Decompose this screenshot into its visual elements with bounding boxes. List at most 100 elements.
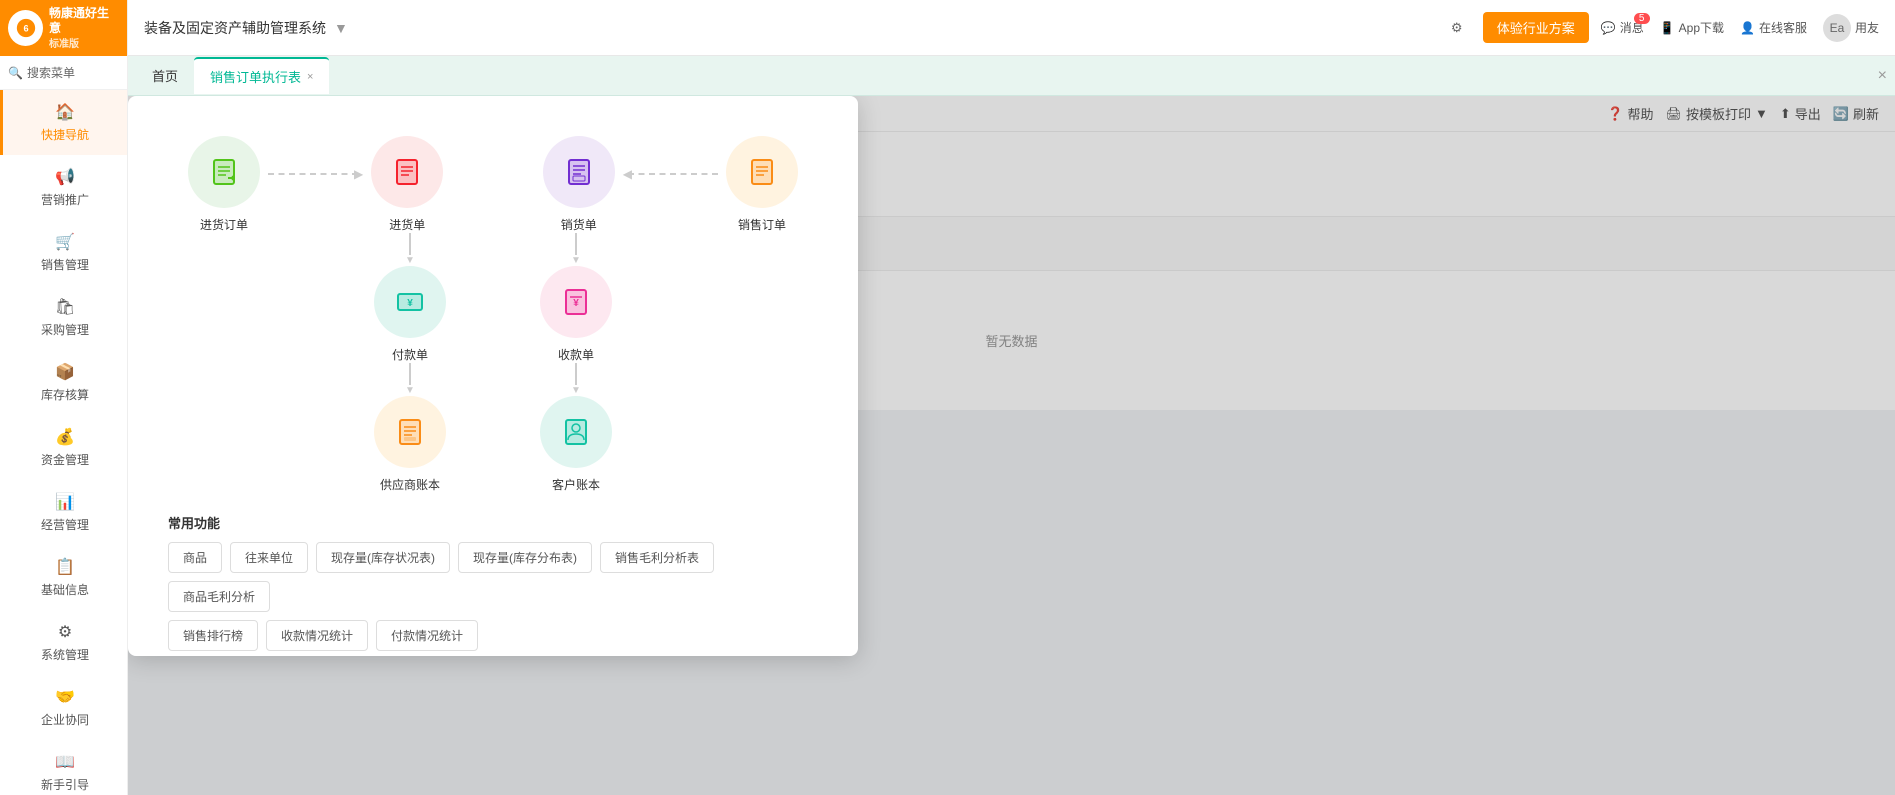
customer-ledger-icon <box>540 396 612 468</box>
search-icon: 🔍 <box>8 66 23 80</box>
finance-icon: 💰 <box>55 427 75 447</box>
payment-icon: ¥ <box>374 266 446 338</box>
common-section: 常用功能 商品 往来单位 现存量(库存状况表) 现存量(库存分布表) 销售毛利分… <box>128 513 858 656</box>
system-icon: ⚙ <box>58 622 72 642</box>
sidebar-item-label: 经营管理 <box>41 516 89 533</box>
tab-end-close-icon[interactable]: × <box>1878 67 1887 85</box>
dropdown-arrow-icon[interactable]: ▼ <box>334 20 348 36</box>
btn-partner[interactable]: 往来单位 <box>230 542 308 573</box>
sidebar-item-label: 系统管理 <box>41 646 89 663</box>
flow-section: 进货订单 ▶ <box>128 96 858 513</box>
tab-home-label: 首页 <box>152 66 178 85</box>
btn-stock-status[interactable]: 现存量(库存状况表) <box>316 542 450 573</box>
sale-bill-node[interactable]: 销货单 <box>543 136 615 233</box>
tab-home[interactable]: 首页 <box>136 58 194 93</box>
sale-bill-icon <box>543 136 615 208</box>
newbie-icon: 📖 <box>55 752 75 772</box>
marketing-icon: 📢 <box>55 167 75 187</box>
message-badge: 5 <box>1634 13 1650 24</box>
purchase-bill-label: 进货单 <box>389 216 425 233</box>
tab-active-label: 销售订单执行表 <box>210 67 301 86</box>
btn-sales-rank[interactable]: 销售排行榜 <box>168 620 258 651</box>
settings-icon[interactable]: ⚙ <box>1443 14 1471 42</box>
sidebar-item-label: 销售管理 <box>41 256 89 273</box>
sidebar-item-operation[interactable]: 📊 经营管理 <box>0 480 127 545</box>
topbar-actions: 💬 消息 5 📱 App下载 👤 在线客服 Ea 用友 <box>1601 14 1879 42</box>
sidebar-item-inventory[interactable]: 📦 库存核算 <box>0 350 127 415</box>
sidebar-item-basic[interactable]: 📋 基础信息 <box>0 545 127 610</box>
sidebar-item-label: 库存核算 <box>41 386 89 403</box>
logo-title: 畅康通好生意 <box>49 6 119 35</box>
supplier-ledger-icon <box>374 396 446 468</box>
online-service-label: 在线客服 <box>1759 19 1807 36</box>
service-icon: 👤 <box>1740 21 1755 35</box>
topbar: 装备及固定资产辅助管理系统 ▼ ⚙ 体验行业方案 💬 消息 5 📱 App下载 … <box>128 0 1895 56</box>
sidebar-item-enterprise[interactable]: 🤝 企业协同 <box>0 675 127 740</box>
system-title: 装备及固定资产辅助管理系统 <box>144 18 326 38</box>
online-service-action[interactable]: 👤 在线客服 <box>1740 19 1807 36</box>
user-label: 用友 <box>1855 19 1879 36</box>
sidebar-menu: 🏠 快捷导航 📢 营销推广 🛒 销售管理 🛍 采购管理 📦 库存核算 💰 <box>0 90 127 795</box>
message-icon: 💬 <box>1601 21 1616 35</box>
sidebar-item-newbie[interactable]: 📖 新手引导 <box>0 740 127 795</box>
svg-text:6: 6 <box>23 24 28 34</box>
sale-order-node[interactable]: 销售订单 <box>726 136 798 233</box>
user-action[interactable]: Ea 用友 <box>1823 14 1879 42</box>
sale-order-icon <box>726 136 798 208</box>
sidebar-item-label: 采购管理 <box>41 321 89 338</box>
receipt-label: 收款单 <box>558 346 594 363</box>
message-action[interactable]: 💬 消息 5 <box>1601 19 1644 36</box>
download-icon: 📱 <box>1660 21 1675 35</box>
sidebar-item-marketing[interactable]: 📢 营销推广 <box>0 155 127 220</box>
svg-text:¥: ¥ <box>573 298 579 309</box>
app-download-action[interactable]: 📱 App下载 <box>1660 19 1724 36</box>
sale-order-label: 销售订单 <box>738 216 786 233</box>
btn-collection-stats[interactable]: 收款情况统计 <box>266 620 368 651</box>
payment-label: 付款单 <box>392 346 428 363</box>
tab-close-icon[interactable]: × <box>307 71 313 83</box>
sidebar-item-label: 营销推广 <box>41 191 89 208</box>
btn-product[interactable]: 商品 <box>168 542 222 573</box>
receipt-node[interactable]: ¥ 收款单 <box>540 266 612 363</box>
quick-nav-icon: 🏠 <box>55 102 75 122</box>
common-btns-row1: 商品 往来单位 现存量(库存状况表) 现存量(库存分布表) 销售毛利分析表 商品… <box>168 542 818 612</box>
common-btns-row2: 销售排行榜 收款情况统计 付款情况统计 <box>168 620 818 651</box>
sidebar-item-label: 资金管理 <box>41 451 89 468</box>
supplier-ledger-node[interactable]: 供应商账本 <box>374 396 446 493</box>
common-title: 常用功能 <box>168 513 818 532</box>
tab-sales-order[interactable]: 销售订单执行表 × <box>194 57 329 94</box>
sidebar-search[interactable]: 🔍 搜索菜单 <box>0 56 127 90</box>
sidebar-item-quick-nav[interactable]: 🏠 快捷导航 <box>0 90 127 155</box>
btn-sales-profit[interactable]: 销售毛利分析表 <box>600 542 714 573</box>
operation-icon: 📊 <box>55 492 75 512</box>
tabbar: 首页 销售订单执行表 × × <box>128 56 1895 96</box>
customer-ledger-node[interactable]: 客户账本 <box>540 396 612 493</box>
trial-btn[interactable]: 体验行业方案 <box>1483 12 1589 43</box>
payment-node[interactable]: ¥ 付款单 <box>374 266 446 363</box>
sidebar-item-sales[interactable]: 🛒 销售管理 <box>0 220 127 285</box>
purchase-order-icon <box>188 136 260 208</box>
purchase-order-node[interactable]: 进货订单 <box>188 136 260 233</box>
sidebar-item-label: 基础信息 <box>41 581 89 598</box>
purchase-bill-icon <box>371 136 443 208</box>
sidebar: 6 畅康通好生意 标准版 🔍 搜索菜单 🏠 快捷导航 📢 营销推广 🛒 <box>0 0 128 795</box>
sales-icon: 🛒 <box>55 232 75 252</box>
btn-payment-stats[interactable]: 付款情况统计 <box>376 620 478 651</box>
purchase-bill-node[interactable]: 进货单 <box>371 136 443 233</box>
sale-bill-label: 销货单 <box>561 216 597 233</box>
sidebar-item-finance[interactable]: 💰 资金管理 <box>0 415 127 480</box>
basic-icon: 📋 <box>55 557 75 577</box>
supplier-ledger-label: 供应商账本 <box>380 476 440 493</box>
purchase-order-label: 进货订单 <box>200 216 248 233</box>
purchase-icon: 🛍 <box>55 297 75 317</box>
main-area: 装备及固定资产辅助管理系统 ▼ ⚙ 体验行业方案 💬 消息 5 📱 App下载 … <box>128 0 1895 795</box>
sidebar-item-label: 企业协同 <box>41 711 89 728</box>
btn-stock-dist[interactable]: 现存量(库存分布表) <box>458 542 592 573</box>
enterprise-icon: 🤝 <box>55 687 75 707</box>
sidebar-item-purchase[interactable]: 🛍 采购管理 <box>0 285 127 350</box>
sidebar-item-system[interactable]: ⚙ 系统管理 <box>0 610 127 675</box>
logo-icon: 6 <box>8 10 43 46</box>
btn-product-profit[interactable]: 商品毛利分析 <box>168 581 270 612</box>
logo-sub: 标准版 <box>49 35 119 50</box>
sidebar-item-label: 快捷导航 <box>41 126 89 143</box>
